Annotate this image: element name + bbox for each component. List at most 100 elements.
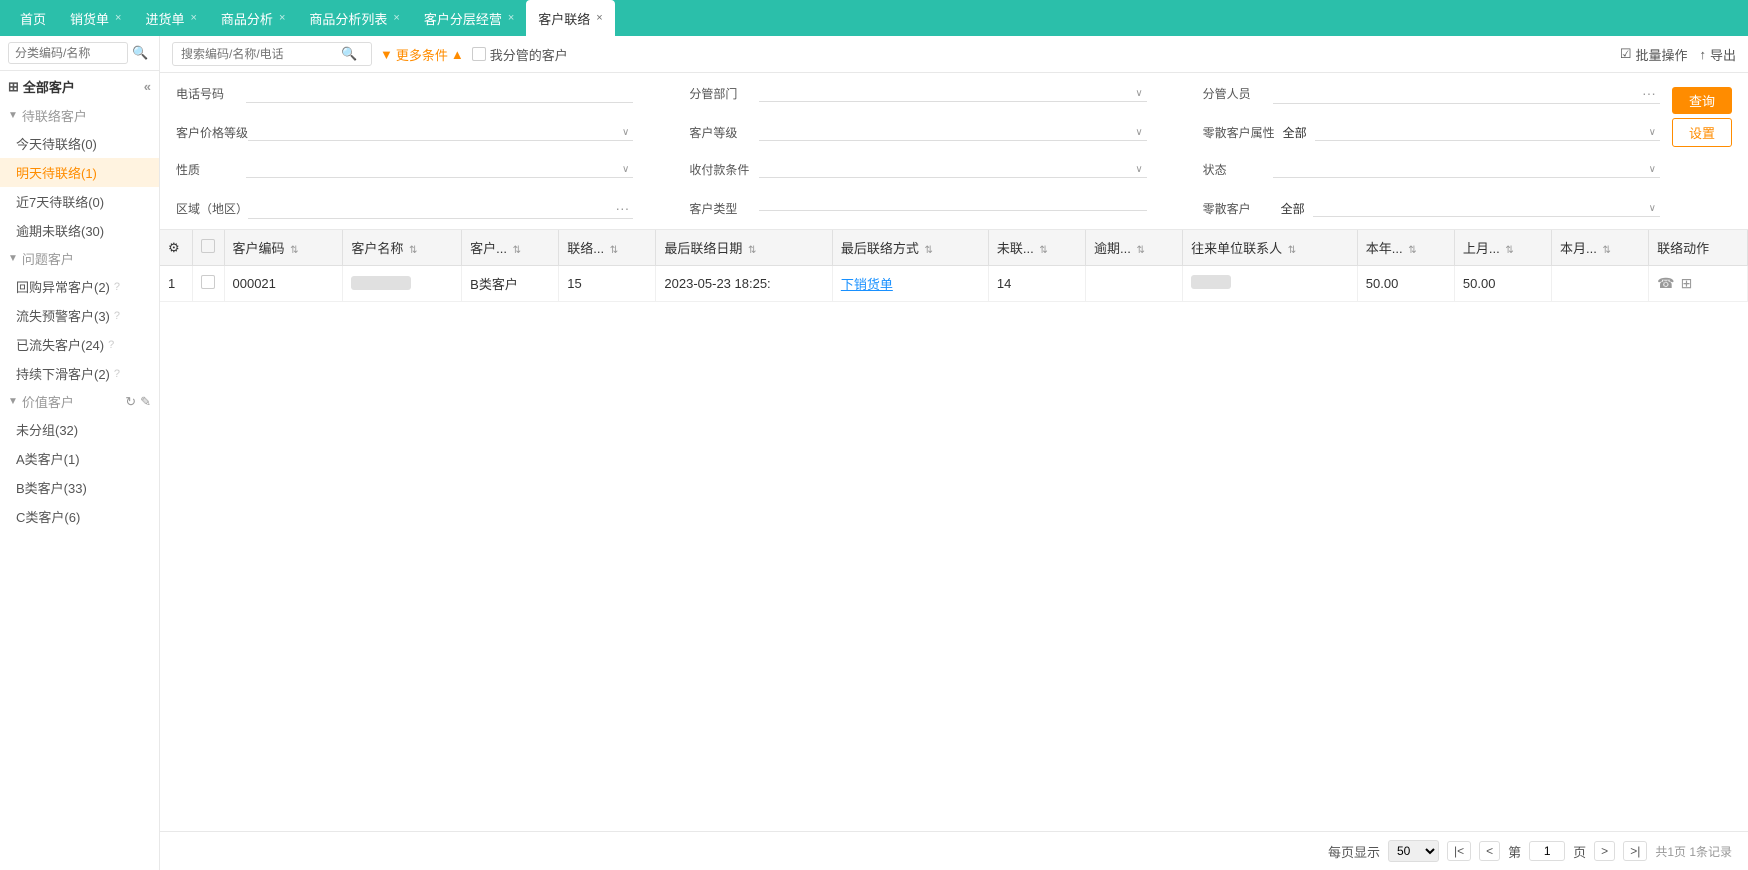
export-button[interactable]: ↑ 导出 [1699, 45, 1736, 64]
th-customer-name[interactable]: 客户名称 ⇅ [343, 230, 462, 266]
question-icon: ? [108, 339, 114, 351]
first-page-button[interactable]: |< [1447, 841, 1471, 861]
cell-code[interactable]: 000021 [224, 266, 343, 302]
select-all-checkbox[interactable] [201, 239, 215, 253]
search-icon[interactable]: 🔍 [132, 45, 148, 61]
section-value-customers[interactable]: 价值客户 ↻ ✎ [0, 388, 159, 415]
th-unit-contact[interactable]: 往来单位联系人 ⇅ [1183, 230, 1358, 266]
th-actions: 联络动作 [1649, 230, 1748, 266]
all-customers-header[interactable]: ⊞ 全部客户 « [0, 71, 159, 102]
th-last-month[interactable]: 上月... ⇅ [1454, 230, 1551, 266]
th-customer-type[interactable]: 客户... ⇅ [462, 230, 559, 266]
filter-phone: 电话号码 [176, 84, 633, 103]
nav-product-analysis-list[interactable]: 商品分析列表 × [297, 0, 411, 36]
nature-select[interactable]: ∨ [246, 162, 633, 178]
collapse-icon[interactable]: « [144, 79, 151, 94]
region-select[interactable]: ··· [248, 198, 633, 219]
edit-icon[interactable]: ✎ [140, 394, 151, 410]
row-checkbox[interactable] [192, 266, 224, 302]
checkbox-icon[interactable] [472, 47, 486, 61]
main-search-input[interactable] [181, 47, 341, 61]
nav-customer-tier[interactable]: 客户分层经营 × [412, 0, 526, 36]
masked-name: ████ [351, 276, 411, 290]
dept-select[interactable]: ∨ [759, 86, 1146, 102]
batch-op-button[interactable]: ☑ 批量操作 [1620, 45, 1688, 64]
close-icon[interactable]: × [279, 12, 285, 24]
sort-icon: ⇅ [1136, 245, 1144, 256]
more-conditions-toggle[interactable]: ▼ 更多条件 ▲ [380, 45, 464, 64]
nav-product-analysis[interactable]: 商品分析 × [209, 0, 297, 36]
more-icon[interactable]: ··· [615, 200, 629, 216]
price-level-select[interactable]: ∨ [248, 125, 633, 141]
sidebar-item-ungrouped[interactable]: 未分组(32) [0, 415, 159, 444]
sidebar-item-7days[interactable]: 近7天待联络(0) [0, 187, 159, 216]
cell-name[interactable]: ████ [343, 266, 462, 302]
sort-icon: ⇅ [748, 245, 756, 256]
prev-page-button[interactable]: < [1479, 841, 1500, 861]
question-icon: ? [114, 310, 120, 322]
th-last-contact-date[interactable]: 最后联络日期 ⇅ [656, 230, 832, 266]
more-action-icon[interactable]: ⊞ [1681, 275, 1693, 292]
sidebar-item-declining[interactable]: 持续下滑客户(2) ? [0, 359, 159, 388]
set-button[interactable]: 设置 [1672, 118, 1732, 147]
query-button[interactable]: 查询 [1672, 87, 1732, 114]
close-icon[interactable]: × [508, 12, 514, 24]
sidebar-item-a-class[interactable]: A类客户(1) [0, 444, 159, 473]
checkbox-batch-icon: ☑ [1620, 46, 1632, 62]
page-size-select[interactable]: 50 100 200 [1388, 840, 1439, 862]
status-select[interactable]: ∨ [1273, 162, 1660, 178]
more-icon[interactable]: ··· [1642, 85, 1656, 101]
filter-nature: 性质 ∨ [176, 161, 633, 178]
sidebar-item-today[interactable]: 今天待联络(0) [0, 129, 159, 158]
payment-select[interactable]: ∨ [759, 162, 1146, 178]
sidebar-item-lost[interactable]: 已流失客户(24) ? [0, 330, 159, 359]
sidebar-search-area: 🔍 [0, 36, 159, 71]
search-icon[interactable]: 🔍 [341, 46, 357, 62]
person-select[interactable]: ··· [1273, 83, 1660, 104]
th-this-year[interactable]: 本年... ⇅ [1357, 230, 1454, 266]
sidebar-item-churn-warning[interactable]: 流失预警客户(3) ? [0, 301, 159, 330]
th-last-contact-method[interactable]: 最后联络方式 ⇅ [832, 230, 988, 266]
filter-customer-type: 客户类型 [689, 200, 1146, 217]
page-number-input[interactable] [1529, 841, 1565, 861]
sidebar-item-overdue[interactable]: 逾期未联络(30) [0, 216, 159, 245]
sort-icon: ⇅ [924, 245, 932, 256]
my-customers-checkbox[interactable]: 我分管的客户 [472, 45, 568, 64]
close-icon[interactable]: × [190, 12, 196, 24]
nav-customer-contact[interactable]: 客户联络 × [526, 0, 614, 36]
close-icon[interactable]: × [596, 12, 602, 24]
sidebar-item-repurchase-abnormal[interactable]: 回购异常客户(2) ? [0, 272, 159, 301]
nav-purchase[interactable]: 进货单 × [133, 0, 208, 36]
th-checkbox[interactable] [192, 230, 224, 266]
customer-type-select[interactable] [759, 206, 1146, 211]
th-customer-code[interactable]: 客户编码 ⇅ [224, 230, 343, 266]
contact-action-icon[interactable]: ☎ [1657, 275, 1674, 292]
row-checkbox-icon[interactable] [201, 275, 215, 289]
customer-table: ⚙ 客户编码 ⇅ 客户名称 ⇅ 客户... [160, 230, 1748, 302]
filter-region: 区域（地区） ··· [176, 198, 633, 219]
section-problem-customers[interactable]: 问题客户 [0, 245, 159, 272]
retail-attr-select[interactable]: ∨ [1315, 125, 1660, 141]
sidebar-item-tomorrow[interactable]: 明天待联络(1) [0, 158, 159, 187]
nav-sales-order[interactable]: 销货单 × [58, 0, 133, 36]
customer-level-select[interactable]: ∨ [759, 125, 1146, 141]
th-settings[interactable]: ⚙ [160, 230, 192, 266]
nav-home[interactable]: 首页 [8, 0, 58, 36]
refresh-icon[interactable]: ↻ [125, 394, 136, 410]
last-page-button[interactable]: >| [1623, 841, 1647, 861]
phone-input[interactable] [246, 84, 633, 103]
sidebar-item-b-class[interactable]: B类客户(33) [0, 473, 159, 502]
category-search-input[interactable] [8, 42, 128, 64]
cell-last-contact-date: 2023-05-23 18:25: [656, 266, 832, 302]
close-icon[interactable]: × [115, 12, 121, 24]
th-uncontact[interactable]: 未联... ⇅ [988, 230, 1085, 266]
th-overdue[interactable]: 逾期... ⇅ [1086, 230, 1183, 266]
close-icon[interactable]: × [393, 12, 399, 24]
th-contact-count[interactable]: 联络... ⇅ [559, 230, 656, 266]
th-this-month[interactable]: 本月... ⇅ [1552, 230, 1649, 266]
next-page-button[interactable]: > [1594, 841, 1615, 861]
section-pending-contact[interactable]: 待联络客户 [0, 102, 159, 129]
retail-select[interactable]: ∨ [1313, 201, 1660, 217]
sidebar-item-c-class[interactable]: C类客户(6) [0, 502, 159, 531]
cell-last-contact-method[interactable]: 下销货单 [832, 266, 988, 302]
